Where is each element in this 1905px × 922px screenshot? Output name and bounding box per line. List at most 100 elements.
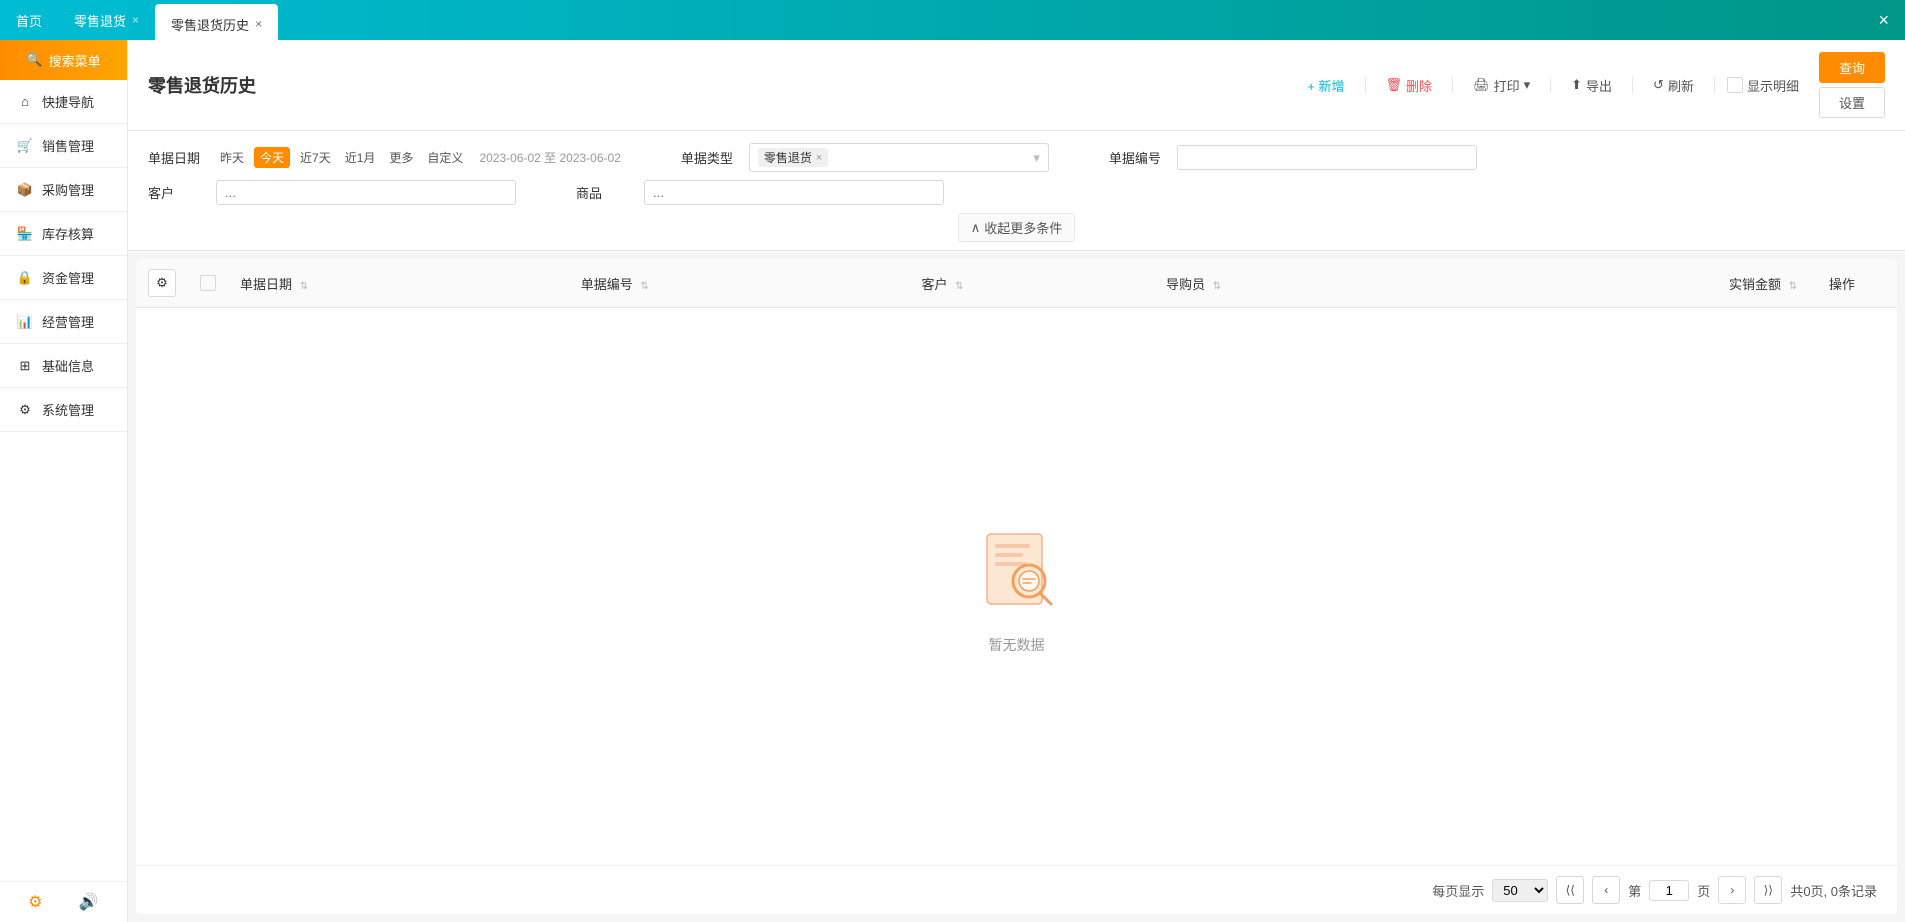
cart-icon: 🛒 (16, 137, 34, 155)
goods-filter-item: 商品 (576, 180, 944, 205)
new-button[interactable]: + 新增 (1299, 72, 1352, 99)
date-btn-more[interactable]: 更多 (385, 147, 417, 168)
sidebar-item-system-mgmt[interactable]: ⚙ 系统管理 (0, 388, 127, 432)
empty-state: 暂无数据 (136, 308, 1897, 865)
refresh-button[interactable]: ↺ 刷新 (1645, 72, 1702, 99)
divider-5 (1714, 77, 1715, 93)
header-actions: + 新增 🗑 删除 🖨 打印 ▾ ⬆ 导出 (1299, 52, 1885, 118)
export-icon: ⬆ (1571, 77, 1582, 93)
first-page-button[interactable]: ⟨⟨ (1556, 876, 1584, 904)
table-container: ⚙ 单据日期 ⇅ 单据编号 (136, 259, 1897, 914)
lock-icon: 🔒 (16, 269, 34, 287)
filter-row-1: 单据日期 昨天 今天 近7天 近1月 更多 自定义 2023-06-02 至 2… (148, 143, 1885, 172)
sort-date-icon[interactable]: ⇅ (300, 281, 308, 292)
col-number: 单据编号 ⇅ (569, 259, 910, 308)
last-page-button[interactable]: ⟩⟩ (1754, 876, 1782, 904)
delete-button[interactable]: 🗑 删除 (1378, 72, 1441, 99)
prev-page-button[interactable]: ‹ (1592, 876, 1620, 904)
doc-number-filter-item: 单据编号 (1109, 145, 1477, 170)
select-all-checkbox[interactable] (200, 275, 216, 291)
total-info: 共0页, 0条记录 (1790, 881, 1877, 900)
query-button[interactable]: 查询 (1819, 52, 1885, 83)
divider-1 (1365, 77, 1366, 93)
col-amount: 实销金额 ⇅ (1447, 259, 1817, 308)
col-action: 操作 (1817, 259, 1897, 308)
date-filter-item: 单据日期 昨天 今天 近7天 近1月 更多 自定义 2023-06-02 至 2… (148, 147, 621, 168)
sidebar-item-operations[interactable]: 📊 经营管理 (0, 300, 127, 344)
sort-customer-icon[interactable]: ⇅ (955, 281, 963, 292)
settings-icon: ⚙ (16, 401, 34, 419)
col-customer: 客户 ⇅ (910, 259, 1154, 308)
page-label-prefix: 第 (1628, 881, 1641, 900)
delete-icon: 🗑 (1386, 77, 1403, 93)
col-date: 单据日期 ⇅ (228, 259, 569, 308)
doc-type-tag-close[interactable]: × (816, 152, 822, 164)
tab-home[interactable]: 首页 (0, 0, 58, 40)
close-tab-retail-return-history[interactable]: × (255, 17, 262, 31)
gear-bottom-icon[interactable]: ⚙ (28, 892, 42, 912)
table-settings-button[interactable]: ⚙ (148, 269, 176, 297)
close-tab-retail-return[interactable]: × (132, 13, 139, 27)
sidebar-item-finance[interactable]: 🔒 资金管理 (0, 256, 127, 300)
doc-type-filter-item: 单据类型 零售退货 × ▾ (681, 143, 1049, 172)
setting-button[interactable]: 设置 (1819, 87, 1885, 118)
page-label-suffix: 页 (1697, 881, 1710, 900)
sidebar-menu: ⌂ 快捷导航 🛒 销售管理 📦 采购管理 🏪 库存核算 🔒 资金管理 📊 (0, 80, 127, 881)
sidebar-item-inventory[interactable]: 🏪 库存核算 (0, 212, 127, 256)
date-btn-1month[interactable]: 近1月 (341, 147, 380, 168)
next-page-button[interactable]: › (1718, 876, 1746, 904)
sidebar-item-sales-mgmt[interactable]: 🛒 销售管理 (0, 124, 127, 168)
date-filter-options: 昨天 今天 近7天 近1月 更多 自定义 2023-06-02 至 2023-0… (216, 147, 621, 168)
tab-bar: 首页 零售退货 × 零售退货历史 × (0, 0, 1862, 40)
volume-icon[interactable]: 🔊 (79, 892, 99, 912)
filter-area: 单据日期 昨天 今天 近7天 近1月 更多 自定义 2023-06-02 至 2… (128, 131, 1905, 251)
search-icon: 🔍 (26, 52, 42, 68)
col-guide: 导购员 ⇅ (1154, 259, 1447, 308)
date-btn-7days[interactable]: 近7天 (296, 147, 335, 168)
sort-amount-icon[interactable]: ⇅ (1789, 281, 1797, 292)
table-header: ⚙ 单据日期 ⇅ 单据编号 (136, 259, 1897, 308)
empty-text: 暂无数据 (989, 635, 1045, 655)
doc-number-input[interactable] (1177, 145, 1477, 170)
sidebar-search[interactable]: 🔍 搜索菜单 (0, 40, 127, 80)
show-detail-checkbox[interactable] (1727, 77, 1743, 93)
sidebar-item-quick-nav[interactable]: ⌂ 快捷导航 (0, 80, 127, 124)
content-area: 零售退货历史 + 新增 🗑 删除 🖨 打印 ▾ ⬆ (128, 40, 1905, 922)
per-page-label: 每页显示 (1432, 881, 1484, 900)
grid-icon: ⊞ (16, 357, 34, 375)
box-icon: 📦 (16, 181, 34, 199)
customer-input[interactable] (216, 180, 516, 205)
main-layout: 🔍 搜索菜单 ⌂ 快捷导航 🛒 销售管理 📦 采购管理 🏪 库存核算 🔒 (0, 40, 1905, 922)
sort-number-icon[interactable]: ⇅ (640, 281, 648, 292)
print-dropdown-icon: ▾ (1524, 77, 1531, 93)
window-close-button[interactable]: × (1862, 10, 1905, 31)
export-button[interactable]: ⬆ 导出 (1563, 72, 1620, 99)
sidebar: 🔍 搜索菜单 ⌂ 快捷导航 🛒 销售管理 📦 采购管理 🏪 库存核算 🔒 (0, 40, 128, 922)
collapse-button[interactable]: ∧ 收起更多条件 (958, 213, 1076, 242)
doc-type-select[interactable]: 零售退货 × ▾ (749, 143, 1049, 172)
chevron-down-icon: ▾ (1033, 150, 1040, 166)
print-button[interactable]: 🖨 打印 ▾ (1465, 72, 1538, 99)
refresh-icon: ↺ (1653, 77, 1664, 93)
date-btn-yesterday[interactable]: 昨天 (216, 147, 248, 168)
divider-4 (1632, 77, 1633, 93)
date-btn-today[interactable]: 今天 (254, 147, 290, 168)
page-title: 零售退货历史 (148, 72, 256, 98)
chart-icon: 📊 (16, 313, 34, 331)
page-number-input[interactable] (1649, 880, 1689, 901)
tab-retail-return[interactable]: 零售退货 × (58, 0, 155, 40)
per-page-select[interactable]: 50 100 200 (1492, 879, 1548, 902)
doc-number-label: 单据编号 (1109, 148, 1169, 167)
sidebar-item-basic-info[interactable]: ⊞ 基础信息 (0, 344, 127, 388)
data-table: ⚙ 单据日期 ⇅ 单据编号 (136, 259, 1897, 308)
tab-retail-return-history[interactable]: 零售退货历史 × (155, 4, 278, 44)
sort-guide-icon[interactable]: ⇅ (1213, 281, 1221, 292)
doc-type-label: 单据类型 (681, 148, 741, 167)
goods-input[interactable] (644, 180, 944, 205)
date-range-display: 2023-06-02 至 2023-06-02 (479, 149, 620, 166)
date-filter-label: 单据日期 (148, 148, 208, 167)
show-detail-checkbox-container: 显示明细 (1727, 76, 1799, 95)
date-btn-custom[interactable]: 自定义 (423, 147, 467, 168)
empty-illustration (967, 519, 1067, 619)
sidebar-item-purchase-mgmt[interactable]: 📦 采购管理 (0, 168, 127, 212)
